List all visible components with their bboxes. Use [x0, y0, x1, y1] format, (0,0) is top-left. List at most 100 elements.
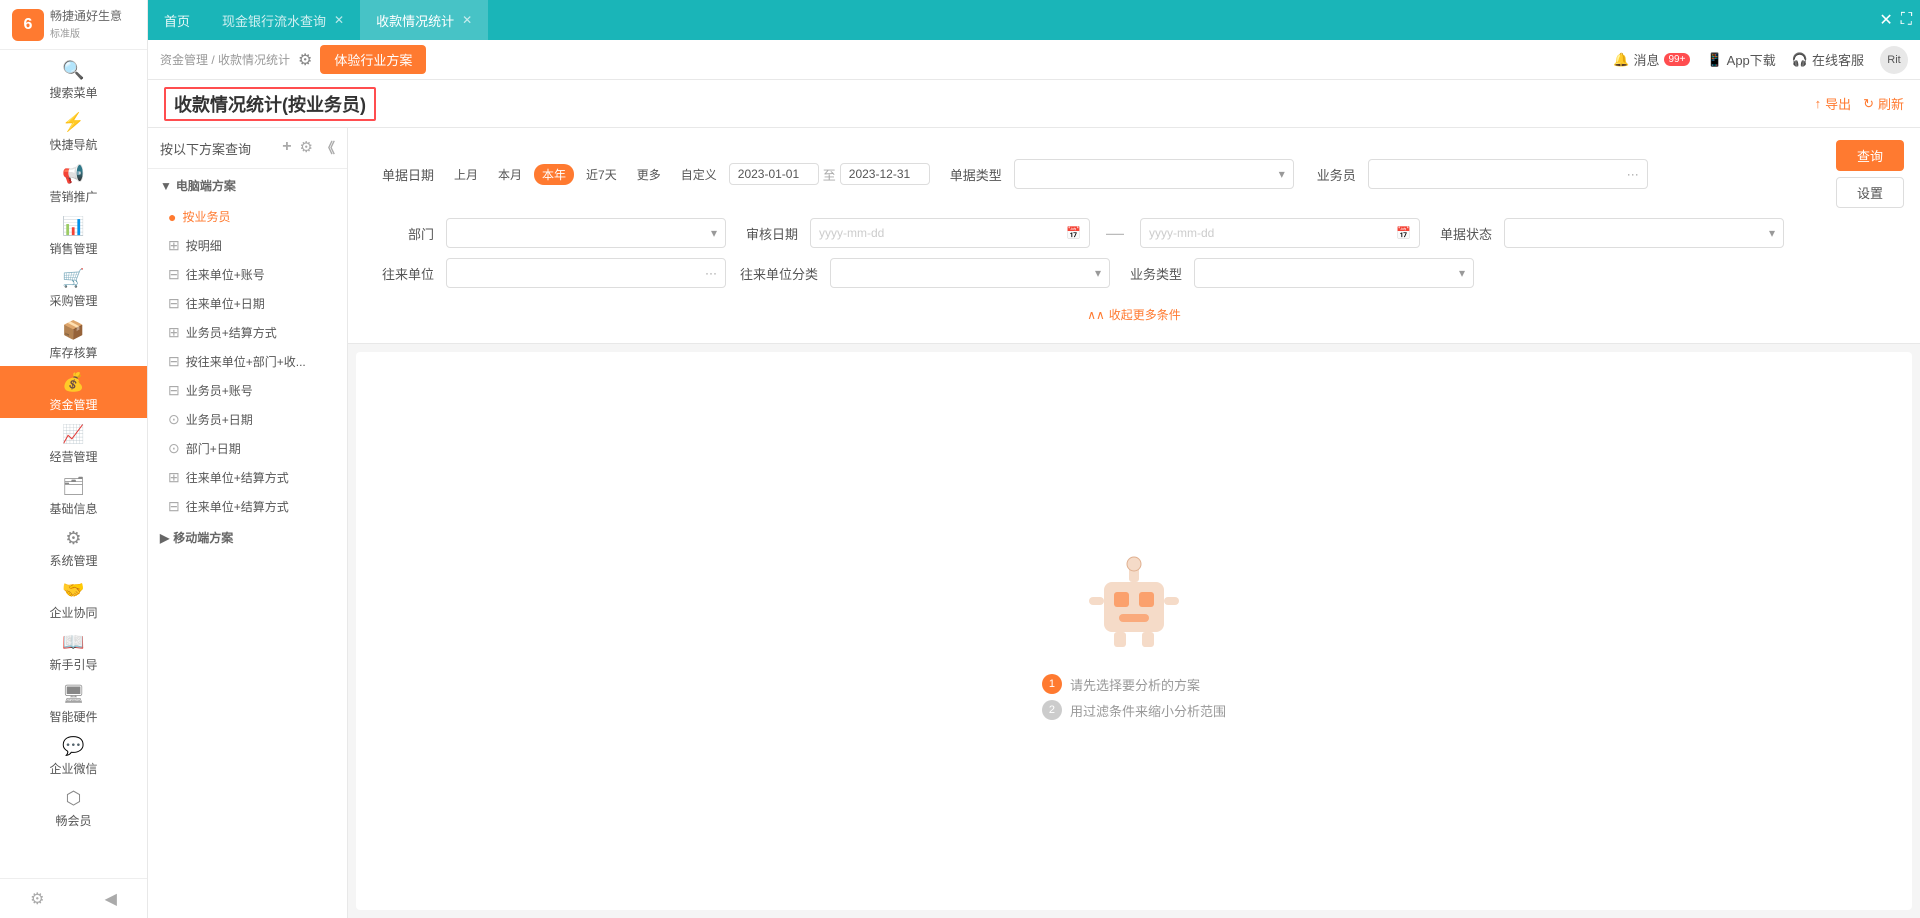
sidebar-item-purchase[interactable]: 🛒 采购管理 — [0, 262, 147, 314]
date-label: 单据日期 — [364, 165, 434, 184]
topbar-gear-icon[interactable]: ⚙ — [298, 50, 312, 70]
sidebar-item-guide[interactable]: 📖 新手引导 — [0, 626, 147, 678]
date-from-input[interactable] — [729, 163, 819, 185]
phone-icon: 📱 — [1706, 52, 1722, 68]
doc-status-select[interactable]: ▾ — [1504, 218, 1784, 248]
tree-item-salesperson_date[interactable]: ⊙业务员+日期 — [148, 405, 347, 434]
basic-icon: 🗂 — [62, 476, 85, 497]
sidebar-item-search[interactable]: 🔍 搜索菜单 — [0, 54, 147, 106]
biz-type-select[interactable]: ▾ — [1194, 258, 1474, 288]
tree-category-移动端方案[interactable]: ▶ 移动端方案 — [148, 521, 347, 554]
sidebar-item-basic[interactable]: 🗂 基础信息 — [0, 470, 147, 522]
step-num-2: 2 — [1042, 700, 1062, 720]
date-tab-this-year[interactable]: 本年 — [534, 164, 574, 185]
more-icon[interactable]: ··· — [1627, 167, 1639, 181]
tab-close-receipt-stat[interactable]: ✕ — [462, 13, 472, 27]
sidebar-settings-icon[interactable]: ⚙ — [30, 889, 44, 909]
counterpart-type-select[interactable]: ▾ — [830, 258, 1110, 288]
review-date-from-input[interactable]: yyyy-mm-dd 📅 — [810, 218, 1090, 248]
date-tab-7days[interactable]: 近7天 — [578, 164, 625, 185]
system-icon: ⚙ — [65, 528, 81, 549]
date-tab-more[interactable]: 更多 — [629, 164, 669, 185]
sidebar-item-quick_nav[interactable]: ⚡ 快捷导航 — [0, 106, 147, 158]
salesperson_account-icon: ⊟ — [168, 382, 180, 399]
sidebar-collapse-icon[interactable]: ◀ — [105, 889, 117, 909]
sidebar-item-vip[interactable]: ⬡ 畅会员 — [0, 782, 147, 834]
corp_coop-icon: 🤝 — [62, 580, 84, 601]
user-avatar[interactable]: Rit — [1880, 46, 1908, 74]
app-download-btn[interactable]: 📱 App下载 — [1706, 50, 1775, 69]
sidebar-item-operation[interactable]: 📈 经营管理 — [0, 418, 147, 470]
doc-type-select[interactable]: ▾ — [1014, 159, 1294, 189]
main-area: 首页 现金银行流水查询 ✕ 收款情况统计 ✕ ✕ ⛶ 资金管理 / 收款情况统计… — [148, 0, 1920, 918]
tree-item-salesperson_settlement[interactable]: ⊞业务员+结算方式 — [148, 318, 347, 347]
collapse-left-icon[interactable]: 《 — [321, 138, 335, 158]
review-date-to-input[interactable]: yyyy-mm-dd 📅 — [1140, 218, 1420, 248]
notifications-area[interactable]: 🔔 消息 99+ — [1613, 50, 1690, 69]
tree-category-电脑端方案[interactable]: ▼ 电脑端方案 — [148, 169, 347, 202]
tab-bar-end: ✕ ⛶ — [1879, 10, 1920, 30]
settings-button[interactable]: 设置 — [1836, 177, 1904, 208]
date-tab-last-month[interactable]: 上月 — [446, 164, 486, 185]
sidebar-item-marketing[interactable]: 📢 营销推广 — [0, 158, 147, 210]
counterpart-more-icon[interactable]: ··· — [705, 266, 717, 280]
empty-robot-icon — [1074, 542, 1194, 662]
tab-bar-expand-icon[interactable]: ⛶ — [1901, 11, 1912, 29]
counterpart_date-icon: ⊟ — [168, 295, 180, 312]
tree-item-counterpart_settlement[interactable]: ⊞往来单位+结算方式 — [148, 463, 347, 492]
query-button[interactable]: 查询 — [1836, 140, 1904, 171]
tree-item-dept_date[interactable]: ⊙部门+日期 — [148, 434, 347, 463]
tree-item-salesperson_account[interactable]: ⊟业务员+账号 — [148, 376, 347, 405]
marketing-icon: 📢 — [62, 164, 84, 185]
sidebar-label-sales: 销售管理 — [49, 240, 97, 257]
salesperson-select[interactable]: ··· — [1368, 159, 1648, 189]
tab-bank-flow[interactable]: 现金银行流水查询 ✕ — [206, 0, 360, 40]
content-area: 按以下方案查询 + ⚙ 《 ▼ 电脑端方案●按业务员 — [148, 128, 1920, 918]
scheme-settings-icon[interactable]: ⚙ — [300, 138, 313, 158]
tree-item-counterpart_date[interactable]: ⊟往来单位+日期 — [148, 289, 347, 318]
sidebar-item-smart_hw[interactable]: 🖥 智能硬件 — [0, 678, 147, 730]
tab-home[interactable]: 首页 — [148, 0, 206, 40]
sidebar-item-inventory[interactable]: 📦 库存核算 — [0, 314, 147, 366]
calendar-icon-1[interactable]: 📅 — [1066, 226, 1081, 240]
date-tab-this-month[interactable]: 本月 — [490, 164, 530, 185]
export-button[interactable]: ↑ 导出 — [1815, 94, 1852, 113]
collapse-button[interactable]: ∧∧ 收起更多条件 — [364, 298, 1904, 331]
tree-item-by_detail[interactable]: ⊞按明细 — [148, 231, 347, 260]
online-service-btn[interactable]: 🎧 在线客服 — [1792, 50, 1864, 69]
sidebar-label-search: 搜索菜单 — [49, 84, 97, 101]
sidebar-item-sales[interactable]: 📊 销售管理 — [0, 210, 147, 262]
refresh-button[interactable]: ↻ 刷新 — [1863, 94, 1904, 113]
date-separator: 至 — [823, 165, 836, 184]
tab-bar: 首页 现金银行流水查询 ✕ 收款情况统计 ✕ ✕ ⛶ — [148, 0, 1920, 40]
sidebar-label-quick_nav: 快捷导航 — [49, 136, 97, 153]
sidebar-label-inventory: 库存核算 — [49, 344, 97, 361]
dept-select[interactable]: ▾ — [446, 218, 726, 248]
tab-bar-close-icon[interactable]: ✕ — [1879, 10, 1892, 30]
tab-receipt-stat[interactable]: 收款情况统计 ✕ — [360, 0, 488, 40]
panel-header: 按以下方案查询 + ⚙ 《 — [148, 128, 347, 169]
add-scheme-icon[interactable]: + — [282, 138, 291, 158]
sidebar-item-corp_wx[interactable]: 💬 企业微信 — [0, 730, 147, 782]
collapse-icon: ∧∧ — [1087, 308, 1105, 322]
page-title: 收款情况统计(按业务员) — [164, 87, 376, 121]
sidebar-item-system[interactable]: ⚙ 系统管理 — [0, 522, 147, 574]
tree-item-counterpart_account[interactable]: ⊟往来单位+账号 — [148, 260, 347, 289]
sidebar-item-corp_coop[interactable]: 🤝 企业协同 — [0, 574, 147, 626]
panel-header-icons: + ⚙ 《 — [282, 138, 335, 158]
logo-edition: 标准版 — [50, 25, 122, 40]
date-to-input[interactable] — [840, 163, 930, 185]
purchase-icon: 🛒 — [62, 268, 84, 289]
tree-item-counterpart_dept_receipt[interactable]: ⊟按往来单位+部门+收... — [148, 347, 347, 376]
calendar-icon-2[interactable]: 📅 — [1396, 226, 1411, 240]
operation-icon: 📈 — [62, 424, 84, 445]
tab-close-bank-flow[interactable]: ✕ — [334, 13, 344, 27]
trial-button[interactable]: 体验行业方案 — [320, 45, 426, 74]
tree-item-counterpart_settlement2[interactable]: ⊟往来单位+结算方式 — [148, 492, 347, 521]
counterpart-select[interactable]: ··· — [446, 258, 726, 288]
sidebar: 6 畅捷通好生意 标准版 🔍 搜索菜单 ⚡ 快捷导航 📢 营销推广 📊 销售管理… — [0, 0, 148, 918]
sidebar-item-finance[interactable]: 💰 资金管理 — [0, 366, 147, 418]
tree-item-by_salesperson[interactable]: ●按业务员 — [148, 202, 347, 231]
salesperson-label: 业务员 — [1306, 165, 1356, 184]
date-tab-custom[interactable]: 自定义 — [673, 164, 725, 185]
